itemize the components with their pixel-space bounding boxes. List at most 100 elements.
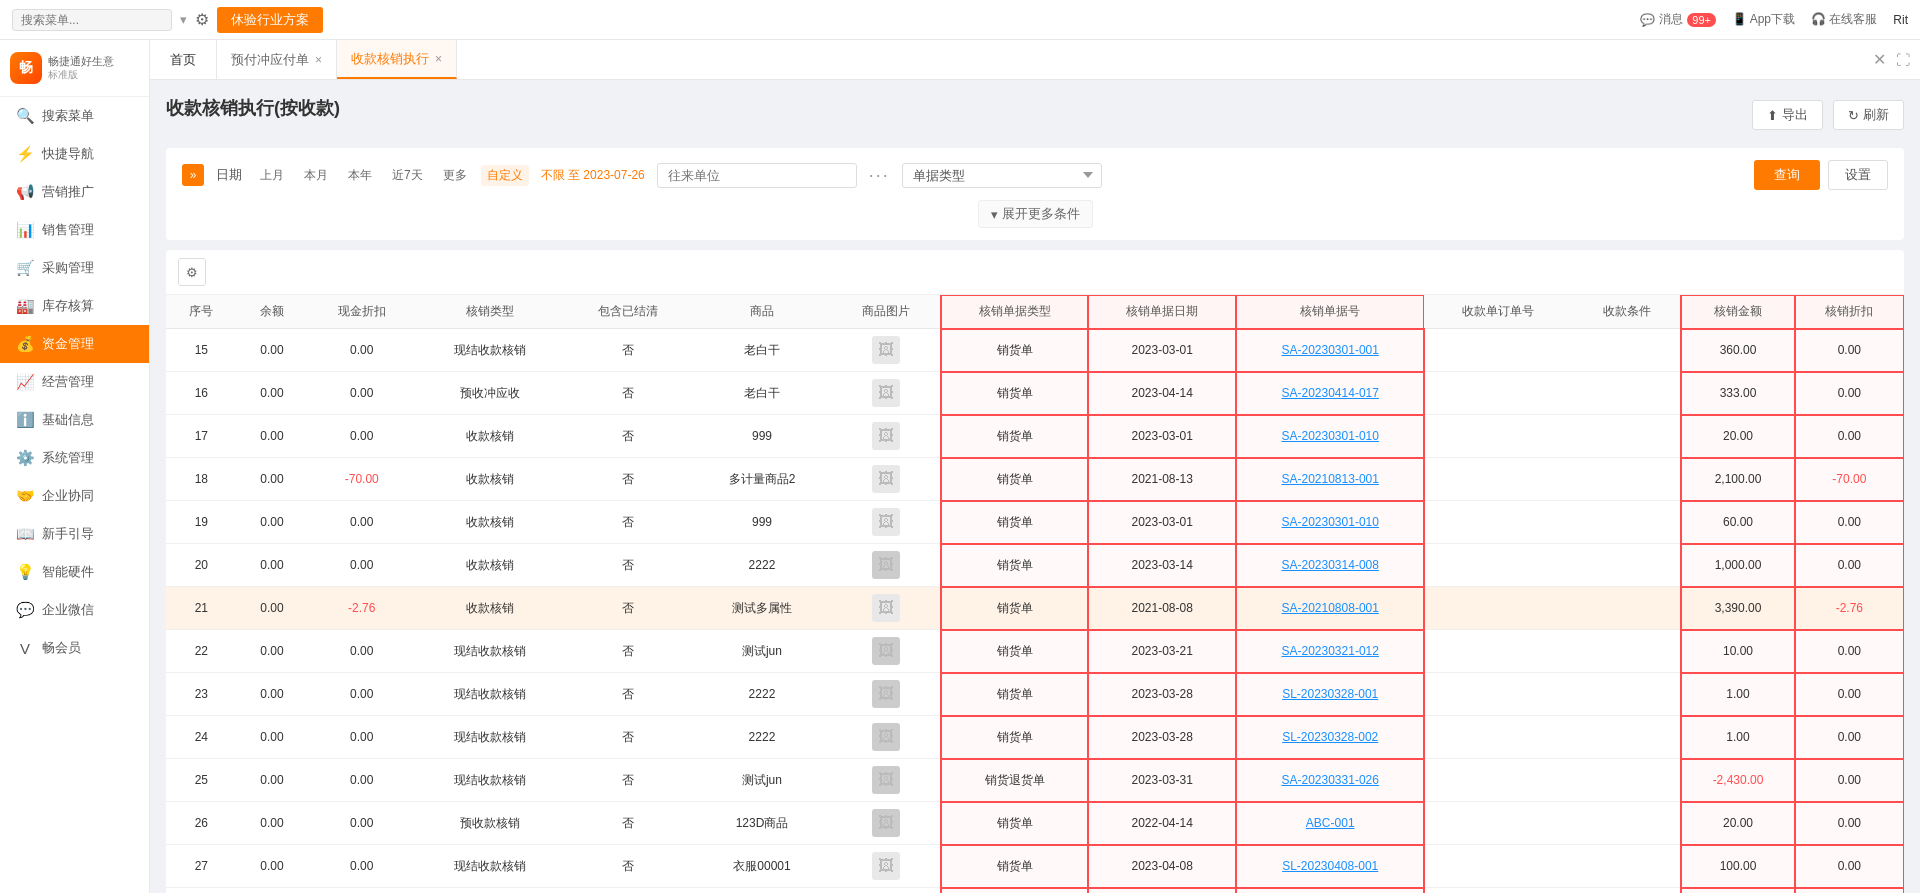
main-content: 首页 预付冲应付单 × 收款核销执行 × ✕ ⛶ 收款核销执行(按收款) ⬆	[150, 40, 1920, 893]
cell-0-4: 否	[564, 329, 692, 372]
sidebar-item-5[interactable]: 🏭库存核算	[0, 287, 149, 325]
sidebar-item-14[interactable]: V畅会员	[0, 629, 149, 667]
cell-13-9[interactable]: SL-20230418-001	[1236, 888, 1424, 894]
sidebar-item-8[interactable]: ℹ️基础信息	[0, 401, 149, 439]
sidebar-item-6[interactable]: 💰资金管理	[0, 325, 149, 363]
this-year-btn[interactable]: 本年	[342, 165, 378, 186]
query-btn[interactable]: 查询	[1754, 160, 1820, 190]
cell-12-9[interactable]: SL-20230408-001	[1236, 845, 1424, 888]
cell-10-9[interactable]: SA-20230331-026	[1236, 759, 1424, 802]
cell-12-10	[1424, 845, 1572, 888]
cell-2-11	[1572, 415, 1681, 458]
cell-1-11	[1572, 372, 1681, 415]
cell-4-9[interactable]: SA-20230301-010	[1236, 501, 1424, 544]
this-month-btn[interactable]: 本月	[298, 165, 334, 186]
cell-10-4: 否	[564, 759, 692, 802]
cell-9-0: 24	[166, 716, 237, 759]
sidebar-item-2[interactable]: 📢营销推广	[0, 173, 149, 211]
filter-dates: 上月 本月 本年 近7天 更多 自定义	[254, 165, 529, 186]
data-table: 序号余额现金折扣核销类型包含已结清商品商品图片核销单据类型核销单据日期核销单据号…	[166, 295, 1904, 893]
user-name[interactable]: Rit	[1893, 13, 1908, 27]
cell-0-6: 🖼	[832, 329, 941, 372]
cell-0-8: 2023-03-01	[1088, 329, 1236, 372]
cell-4-1: 0.00	[237, 501, 308, 544]
cell-10-10	[1424, 759, 1572, 802]
custom-btn[interactable]: 自定义	[481, 165, 529, 186]
cell-7-1: 0.00	[237, 630, 308, 673]
tab-bar-actions: ✕ ⛶	[1863, 40, 1920, 79]
expand-filter-btn[interactable]: »	[182, 164, 204, 186]
online-service-btn[interactable]: 🎧 在线客服	[1811, 11, 1877, 28]
cell-6-9[interactable]: SA-20210808-001	[1236, 587, 1424, 630]
cell-9-9[interactable]: SL-20230328-002	[1236, 716, 1424, 759]
sidebar-item-7[interactable]: 📈经营管理	[0, 363, 149, 401]
cell-0-10	[1424, 329, 1572, 372]
cell-5-9[interactable]: SA-20230314-008	[1236, 544, 1424, 587]
cell-2-2: 0.00	[307, 415, 416, 458]
cell-7-10	[1424, 630, 1572, 673]
tab-close-prepay[interactable]: ×	[315, 53, 322, 67]
cell-11-2: 0.00	[307, 802, 416, 845]
sidebar-icon-3: 📊	[16, 221, 34, 239]
cell-7-9[interactable]: SA-20230321-012	[1236, 630, 1424, 673]
col-header-7: 核销单据类型	[941, 295, 1089, 329]
sidebar-item-10[interactable]: 🤝企业协同	[0, 477, 149, 515]
logo-area: 畅 畅捷通好生意 标准版	[0, 40, 149, 97]
last-month-btn[interactable]: 上月	[254, 165, 290, 186]
table-row: 220.000.00现结收款核销否测试jun🖼销货单2023-03-21SA-2…	[166, 630, 1904, 673]
sidebar-item-0[interactable]: 🔍搜索菜单	[0, 97, 149, 135]
cell-11-9[interactable]: ABC-001	[1236, 802, 1424, 845]
sidebar-item-9[interactable]: ⚙️系统管理	[0, 439, 149, 477]
close-window-icon[interactable]: ✕	[1873, 50, 1886, 69]
cell-0-9[interactable]: SA-20230301-001	[1236, 329, 1424, 372]
counterpart-input[interactable]	[657, 163, 857, 188]
table-section: ⚙ 序号余额现金折扣核销类型包含已结清商品商品图片核销单据类型核销单据日期核销单…	[166, 250, 1904, 893]
cell-5-11	[1572, 544, 1681, 587]
industry-btn[interactable]: 休验行业方案	[217, 7, 323, 33]
expand-more-btn[interactable]: ▾ 展开更多条件	[978, 200, 1093, 228]
sidebar-item-4[interactable]: 🛒采购管理	[0, 249, 149, 287]
cell-8-6: 🖼	[832, 673, 941, 716]
app-download-btn[interactable]: 📱 App下载	[1732, 11, 1795, 28]
gear-icon[interactable]: ⚙	[195, 10, 209, 29]
cell-9-5: 2222	[692, 716, 831, 759]
search-input[interactable]	[12, 9, 172, 31]
sidebar-label-12: 智能硬件	[42, 563, 94, 581]
sidebar-item-1[interactable]: ⚡快捷导航	[0, 135, 149, 173]
tab-home[interactable]: 首页	[150, 40, 217, 79]
cell-4-8: 2023-03-01	[1088, 501, 1236, 544]
cell-11-4: 否	[564, 802, 692, 845]
sidebar-item-13[interactable]: 💬企业微信	[0, 591, 149, 629]
sidebar-icon-0: 🔍	[16, 107, 34, 125]
tab-close-receipt[interactable]: ×	[435, 52, 442, 66]
expand-window-icon[interactable]: ⛶	[1896, 52, 1910, 68]
export-icon: ⬆	[1767, 108, 1778, 123]
last7-btn[interactable]: 近7天	[386, 165, 429, 186]
cell-13-6: 🖼	[832, 888, 941, 894]
col-settings-btn[interactable]: ⚙	[178, 258, 206, 286]
message-badge: 99+	[1687, 13, 1716, 27]
filter-settings-btn[interactable]: 设置	[1828, 160, 1888, 190]
more-btn[interactable]: 更多	[437, 165, 473, 186]
cell-13-2: 0.00	[307, 888, 416, 894]
sidebar-item-12[interactable]: 💡智能硬件	[0, 553, 149, 591]
message-area[interactable]: 💬 消息 99+	[1640, 11, 1716, 28]
top-bar-right: 💬 消息 99+ 📱 App下载 🎧 在线客服 Rit	[1640, 11, 1908, 28]
tab-prepay[interactable]: 预付冲应付单 ×	[217, 40, 337, 79]
sidebar-item-11[interactable]: 📖新手引导	[0, 515, 149, 553]
sidebar-icon-14: V	[16, 640, 34, 657]
cell-9-10	[1424, 716, 1572, 759]
cell-6-13: -2.76	[1795, 587, 1904, 630]
cell-2-9[interactable]: SA-20230301-010	[1236, 415, 1424, 458]
tab-receipt-writeoff[interactable]: 收款核销执行 ×	[337, 40, 457, 79]
logo-text-area: 畅捷通好生意 标准版	[48, 54, 114, 82]
cell-3-9[interactable]: SA-20210813-001	[1236, 458, 1424, 501]
cell-1-9[interactable]: SA-20230414-017	[1236, 372, 1424, 415]
cell-8-9[interactable]: SL-20230328-001	[1236, 673, 1424, 716]
table-header-row: 序号余额现金折扣核销类型包含已结清商品商品图片核销单据类型核销单据日期核销单据号…	[166, 295, 1904, 329]
export-btn[interactable]: ⬆ 导出	[1752, 100, 1823, 130]
sidebar-label-5: 库存核算	[42, 297, 94, 315]
refresh-btn[interactable]: ↻ 刷新	[1833, 100, 1904, 130]
bill-type-select[interactable]: 单据类型	[902, 163, 1102, 188]
sidebar-item-3[interactable]: 📊销售管理	[0, 211, 149, 249]
